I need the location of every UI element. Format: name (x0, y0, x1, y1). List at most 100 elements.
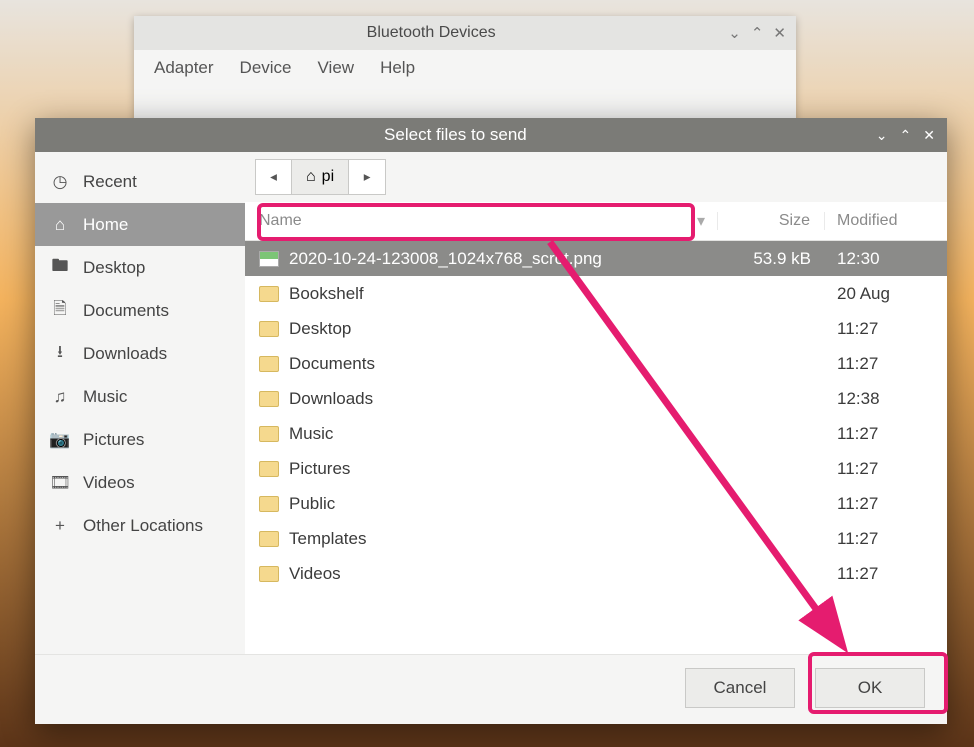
folder-icon: 🖿 (49, 253, 71, 282)
file-row[interactable]: Desktop 11:27 (245, 311, 947, 346)
file-modified-label: 11:27 (825, 354, 947, 374)
sidebar-item-label: Other Locations (83, 516, 203, 536)
ok-button[interactable]: OK (815, 668, 925, 708)
file-row[interactable]: Public 11:27 (245, 486, 947, 521)
column-header-name[interactable]: Name ▾ (245, 211, 717, 231)
file-name-label: Music (289, 424, 333, 444)
file-name-label: Pictures (289, 459, 350, 479)
sidebar-item-videos[interactable]: 🎞 Videos (35, 461, 245, 504)
file-modified-label: 11:27 (825, 319, 947, 339)
sidebar-item-documents[interactable]: 🗎 Documents (35, 289, 245, 332)
cancel-button[interactable]: Cancel (685, 668, 795, 708)
file-modified-label: 11:27 (825, 529, 947, 549)
file-row[interactable]: Downloads 12:38 (245, 381, 947, 416)
file-row[interactable]: 2020-10-24-123008_1024x768_scrot.png 53.9… (245, 241, 947, 276)
sidebar-item-downloads[interactable]: ⭳ Downloads (35, 332, 245, 375)
file-name-label: Bookshelf (289, 284, 364, 304)
file-list-header: Name ▾ Size Modified (245, 202, 947, 241)
menu-view[interactable]: View (318, 58, 355, 78)
camera-icon: 📷 (49, 430, 71, 450)
sidebar-item-label: Documents (83, 301, 169, 321)
file-name-label: Videos (289, 564, 341, 584)
minimize-icon[interactable]: ⌄ (876, 127, 888, 144)
file-name-label: Templates (289, 529, 366, 549)
file-row[interactable]: Pictures 11:27 (245, 451, 947, 486)
folder-icon (259, 496, 279, 512)
column-header-modified[interactable]: Modified (824, 212, 947, 230)
file-name-label: Desktop (289, 319, 351, 339)
folder-icon (259, 461, 279, 477)
menu-help[interactable]: Help (380, 58, 415, 78)
file-row[interactable]: Documents 11:27 (245, 346, 947, 381)
file-row[interactable]: Templates 11:27 (245, 521, 947, 556)
sidebar-item-pictures[interactable]: 📷 Pictures (35, 418, 245, 461)
clock-icon: ◷ (49, 172, 71, 192)
path-segment-current[interactable]: ⌂ pi (292, 160, 349, 194)
path-forward-button[interactable]: ▸ (349, 160, 385, 194)
plus-icon: + (49, 516, 71, 536)
document-icon: 🗎 (49, 296, 71, 325)
file-modified-label: 20 Aug (825, 284, 947, 304)
sort-indicator-icon: ▾ (697, 211, 705, 231)
image-file-icon (259, 251, 279, 267)
dialog-footer: Cancel OK (35, 654, 947, 721)
file-list-pane: ◂ ⌂ pi ▸ Name ▾ Size Modified (245, 152, 947, 654)
folder-icon (259, 531, 279, 547)
filechooser-title: Select files to send (47, 125, 864, 145)
video-icon: 🎞 (49, 473, 71, 493)
file-row[interactable]: Bookshelf 20 Aug (245, 276, 947, 311)
sidebar-item-home[interactable]: ⌂ Home (35, 203, 245, 246)
file-row[interactable]: Music 11:27 (245, 416, 947, 451)
close-icon[interactable]: ✕ (773, 24, 786, 42)
sidebar-item-label: Pictures (83, 430, 144, 450)
folder-icon (259, 286, 279, 302)
sidebar-item-label: Downloads (83, 344, 167, 364)
sidebar-item-label: Recent (83, 172, 137, 192)
file-row[interactable]: Videos 11:27 (245, 556, 947, 591)
filechooser-titlebar[interactable]: Select files to send ⌄ ⌃ ✕ (35, 118, 947, 152)
bluetooth-title: Bluetooth Devices (144, 24, 718, 42)
music-icon: ♫ (49, 387, 71, 407)
folder-icon (259, 426, 279, 442)
bluetooth-menubar: Adapter Device View Help (134, 50, 796, 86)
maximize-icon[interactable]: ⌃ (751, 24, 764, 42)
file-chooser-dialog: Select files to send ⌄ ⌃ ✕ ◷ Recent ⌂ Ho… (35, 118, 947, 724)
file-name-label: Documents (289, 354, 375, 374)
close-icon[interactable]: ✕ (923, 127, 935, 144)
file-list[interactable]: 2020-10-24-123008_1024x768_scrot.png 53.9… (245, 241, 947, 654)
file-modified-label: 11:27 (825, 424, 947, 444)
sidebar-item-label: Desktop (83, 258, 145, 278)
folder-icon (259, 321, 279, 337)
column-header-size[interactable]: Size (717, 212, 824, 230)
home-icon: ⌂ (49, 215, 71, 235)
minimize-icon[interactable]: ⌄ (728, 24, 741, 42)
places-sidebar: ◷ Recent ⌂ Home 🖿 Desktop 🗎 Documents ⭳ (35, 152, 245, 654)
path-segment-label: pi (322, 168, 334, 186)
maximize-icon[interactable]: ⌃ (900, 127, 912, 144)
folder-icon (259, 391, 279, 407)
file-name-label: Downloads (289, 389, 373, 409)
desktop-background: Bluetooth Devices ⌄ ⌃ ✕ Adapter Device V… (0, 0, 974, 747)
file-name-label: 2020-10-24-123008_1024x768_scrot.png (289, 249, 602, 269)
file-name-label: Public (289, 494, 335, 514)
sidebar-item-desktop[interactable]: 🖿 Desktop (35, 246, 245, 289)
home-icon: ⌂ (306, 168, 316, 186)
file-modified-label: 11:27 (825, 459, 947, 479)
file-modified-label: 12:30 (825, 249, 947, 269)
path-back-button[interactable]: ◂ (256, 160, 292, 194)
file-modified-label: 11:27 (825, 564, 947, 584)
sidebar-item-label: Music (83, 387, 127, 407)
menu-adapter[interactable]: Adapter (154, 58, 214, 78)
file-size-label: 53.9 kB (719, 249, 825, 269)
sidebar-item-recent[interactable]: ◷ Recent (35, 160, 245, 203)
folder-icon (259, 566, 279, 582)
menu-device[interactable]: Device (240, 58, 292, 78)
bluetooth-titlebar[interactable]: Bluetooth Devices ⌄ ⌃ ✕ (134, 16, 796, 50)
file-modified-label: 12:38 (825, 389, 947, 409)
sidebar-item-label: Home (83, 215, 128, 235)
sidebar-item-music[interactable]: ♫ Music (35, 375, 245, 418)
sidebar-item-other-locations[interactable]: + Other Locations (35, 504, 245, 547)
sidebar-item-label: Videos (83, 473, 135, 493)
file-modified-label: 11:27 (825, 494, 947, 514)
download-icon: ⭳ (49, 339, 71, 368)
